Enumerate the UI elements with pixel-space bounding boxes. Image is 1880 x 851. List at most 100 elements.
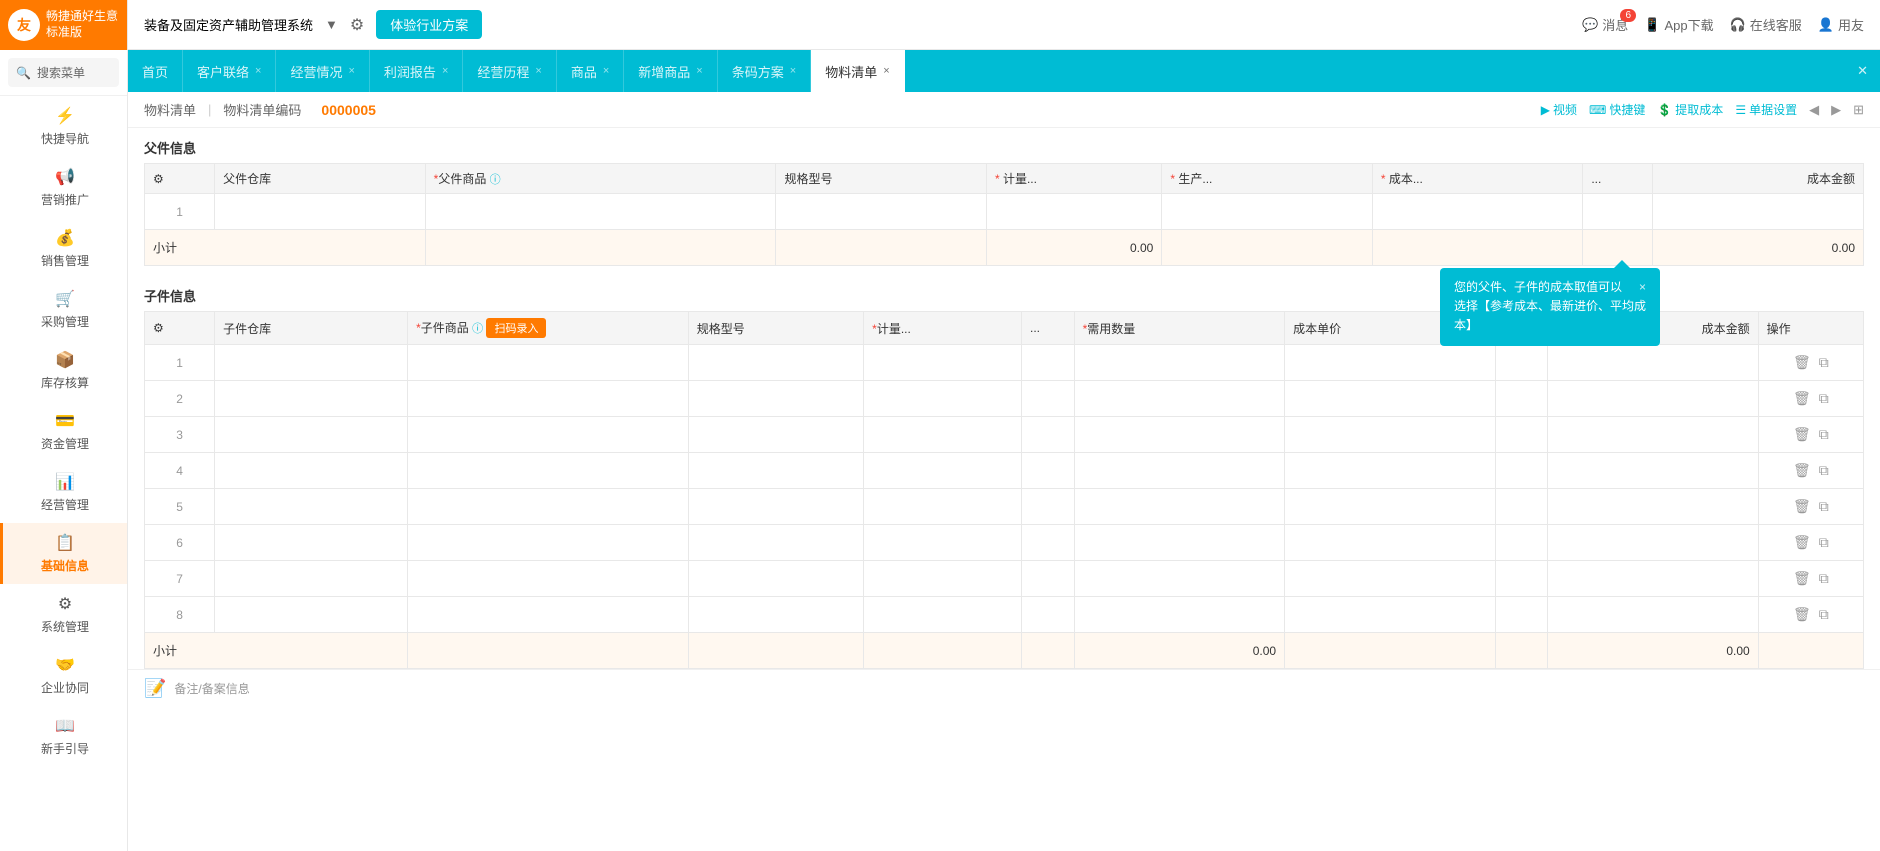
child-row-3-product[interactable] xyxy=(408,417,689,453)
child-row-5-unit[interactable] xyxy=(864,489,1022,525)
delete-icon[interactable]: 🗑 xyxy=(1793,606,1811,623)
child-row-8-product[interactable] xyxy=(408,597,689,633)
copy-icon[interactable]: ⧉ xyxy=(1819,606,1829,623)
copy-icon[interactable]: ⧉ xyxy=(1819,462,1829,479)
child-row-1-qty[interactable] xyxy=(1074,345,1284,381)
copy-icon[interactable]: ⧉ xyxy=(1819,390,1829,407)
child-row-4-unit-cost[interactable] xyxy=(1285,453,1495,489)
child-row-6-warehouse[interactable] xyxy=(215,525,408,561)
parent-spec-cell[interactable] xyxy=(776,194,986,230)
child-row-3-warehouse[interactable] xyxy=(215,417,408,453)
child-row-8-warehouse[interactable] xyxy=(215,597,408,633)
copy-icon[interactable]: ⧉ xyxy=(1819,354,1829,371)
child-row-2-unit-cost[interactable] xyxy=(1285,381,1495,417)
child-col-gear[interactable]: ⚙ xyxy=(145,312,215,345)
child-row-4-spec[interactable] xyxy=(688,453,863,489)
copy-icon[interactable]: ⧉ xyxy=(1819,426,1829,443)
child-row-6-unit-cost[interactable] xyxy=(1285,525,1495,561)
tab-close-ops[interactable]: × xyxy=(348,65,354,77)
copy-icon[interactable]: ⧉ xyxy=(1819,534,1829,551)
child-row-2-product[interactable] xyxy=(408,381,689,417)
child-row-1-unit-cost[interactable] xyxy=(1285,345,1495,381)
view-video-button[interactable]: ▶ 视频 xyxy=(1541,101,1577,118)
parent-cost-cell[interactable] xyxy=(1372,194,1582,230)
child-row-7-unit-cost[interactable] xyxy=(1285,561,1495,597)
child-row-2-spec[interactable] xyxy=(688,381,863,417)
child-row-2-qty[interactable] xyxy=(1074,381,1284,417)
grid-view-icon[interactable]: ⊞ xyxy=(1853,102,1864,118)
sidebar-item-quick-nav[interactable]: ⚡ 快捷导航 xyxy=(0,96,127,157)
nav-next-icon[interactable]: ▶ xyxy=(1831,102,1841,118)
breadcrumb-item-1[interactable]: 物料清单 xyxy=(144,100,196,119)
child-row-1-product[interactable] xyxy=(408,345,689,381)
child-row-2-warehouse[interactable] xyxy=(215,381,408,417)
nav-prev-icon[interactable]: ◀ xyxy=(1809,102,1819,118)
tab-close-history[interactable]: × xyxy=(535,65,541,77)
copy-icon[interactable]: ⧉ xyxy=(1819,498,1829,515)
child-row-8-unit[interactable] xyxy=(864,597,1022,633)
child-row-5-unit-cost[interactable] xyxy=(1285,489,1495,525)
child-row-3-qty[interactable] xyxy=(1074,417,1284,453)
tab-close-profit[interactable]: × xyxy=(442,65,448,77)
tab-barcode[interactable]: 条码方案 × xyxy=(718,50,811,92)
tab-home[interactable]: 首页 xyxy=(128,50,183,92)
tab-bom[interactable]: 物料清单 × xyxy=(811,50,904,92)
delete-icon[interactable]: 🗑 xyxy=(1793,354,1811,371)
child-row-8-qty[interactable] xyxy=(1074,597,1284,633)
sidebar-item-purchase[interactable]: 🛒 采购管理 xyxy=(0,279,127,340)
child-row-3-unit-cost[interactable] xyxy=(1285,417,1495,453)
tab-close-new-product[interactable]: × xyxy=(696,65,702,77)
shortcut-button[interactable]: ⌨ 快捷键 xyxy=(1589,101,1645,118)
sidebar-item-marketing[interactable]: 📢 营销推广 xyxy=(0,157,127,218)
sidebar-item-sales[interactable]: 💰 销售管理 xyxy=(0,218,127,279)
delete-icon[interactable]: 🗑 xyxy=(1793,570,1811,587)
child-row-4-product[interactable] xyxy=(408,453,689,489)
tab-close-product[interactable]: × xyxy=(603,65,609,77)
child-row-6-spec[interactable] xyxy=(688,525,863,561)
child-row-3-spec[interactable] xyxy=(688,417,863,453)
parent-col-gear[interactable]: ⚙ xyxy=(145,164,215,194)
sidebar-search[interactable]: 🔍 搜索菜单 xyxy=(0,50,127,96)
tab-product[interactable]: 商品 × xyxy=(557,50,624,92)
tab-operations-status[interactable]: 经营情况 × xyxy=(276,50,369,92)
copy-icon[interactable]: ⧉ xyxy=(1819,570,1829,587)
child-row-1-warehouse[interactable] xyxy=(215,345,408,381)
sidebar-item-basic-info[interactable]: 📋 基础信息 xyxy=(0,523,127,584)
sidebar-item-finance[interactable]: 💳 资金管理 xyxy=(0,401,127,462)
tab-history[interactable]: 经营历程 × xyxy=(463,50,556,92)
sidebar-item-operations[interactable]: 📊 经营管理 xyxy=(0,462,127,523)
child-row-5-warehouse[interactable] xyxy=(215,489,408,525)
child-row-4-qty[interactable] xyxy=(1074,453,1284,489)
single-setting-button[interactable]: ☰ 单据设置 xyxy=(1735,101,1797,118)
tooltip-close-button[interactable]: × xyxy=(1639,278,1646,297)
child-row-5-product[interactable] xyxy=(408,489,689,525)
sidebar-item-enterprise[interactable]: 🤝 企业协同 xyxy=(0,645,127,706)
tab-close-bom[interactable]: × xyxy=(883,65,889,77)
message-button[interactable]: 💬 消息 6 xyxy=(1582,15,1628,34)
trial-button[interactable]: 体验行业方案 xyxy=(376,10,482,39)
sidebar-item-inventory[interactable]: 📦 库存核算 xyxy=(0,340,127,401)
child-row-5-spec[interactable] xyxy=(688,489,863,525)
delete-icon[interactable]: 🗑 xyxy=(1793,426,1811,443)
search-menu-button[interactable]: 🔍 搜索菜单 xyxy=(8,58,119,87)
child-row-1-unit[interactable] xyxy=(864,345,1022,381)
gear-icon[interactable]: ⚙ xyxy=(350,15,364,35)
delete-icon[interactable]: 🗑 xyxy=(1793,534,1811,551)
online-service-button[interactable]: 🎧 在线客服 xyxy=(1730,15,1802,34)
child-row-8-unit-cost[interactable] xyxy=(1285,597,1495,633)
parent-unit-cell[interactable] xyxy=(986,194,1161,230)
child-row-7-qty[interactable] xyxy=(1074,561,1284,597)
delete-icon[interactable]: 🗑 xyxy=(1793,462,1811,479)
child-row-4-unit[interactable] xyxy=(864,453,1022,489)
child-row-3-unit[interactable] xyxy=(864,417,1022,453)
child-row-5-qty[interactable] xyxy=(1074,489,1284,525)
user-button[interactable]: 👤 用友 xyxy=(1818,15,1864,34)
tab-new-product[interactable]: 新增商品 × xyxy=(624,50,717,92)
app-download-button[interactable]: 📱 App下载 xyxy=(1644,15,1713,34)
close-all-tabs-button[interactable]: ✕ xyxy=(1845,63,1880,79)
child-row-8-spec[interactable] xyxy=(688,597,863,633)
child-row-2-unit[interactable] xyxy=(864,381,1022,417)
child-row-6-unit[interactable] xyxy=(864,525,1022,561)
dropdown-icon[interactable]: ▼ xyxy=(325,17,338,32)
child-row-7-product[interactable] xyxy=(408,561,689,597)
